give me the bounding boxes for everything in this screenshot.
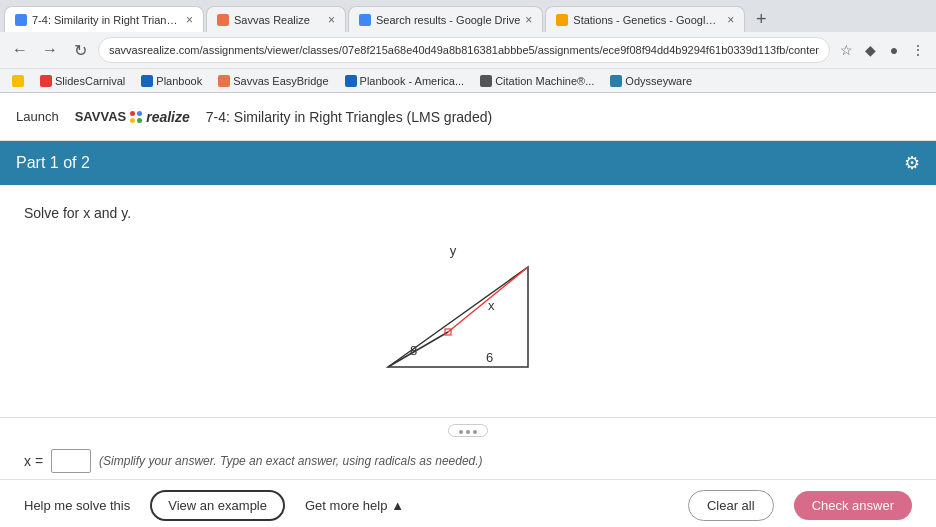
reload-button[interactable]: ↻ [68,38,92,62]
tab-favicon [15,14,27,26]
app-header: Launch SAVVAS realize 7-4: Similarity in… [0,93,936,141]
bookmark-icon [345,75,357,87]
settings-icon[interactable]: ⚙ [904,152,920,174]
savvas-text: SAVVAS [75,109,127,124]
tab-label: Search results - Google Drive [376,14,520,26]
svg-marker-0 [388,267,528,367]
view-example-button[interactable]: View an example [150,490,285,521]
tab-close-icon[interactable]: × [328,13,335,27]
bookmark-label: Odysseyware [625,75,692,87]
diagram-area: y 8 x 6 [24,237,912,387]
hint-text: (Simplify your answer. Type an exact ans… [99,454,483,468]
launch-text: Launch [16,109,59,124]
profile-icon[interactable]: ● [884,40,904,60]
bookmark-planbook[interactable]: Planbook [137,73,206,89]
bookmark-easybridge[interactable]: Savvas EasyBridge [214,73,332,89]
bookmark-label: SlidesCarnival [55,75,125,87]
bookmark-slidescarnival[interactable]: SlidesCarnival [36,73,129,89]
bookmark-icon [12,75,24,87]
page-title: 7-4: Similarity in Right Triangles (LMS … [206,109,492,125]
bookmark-label: Citation Machine®... [495,75,594,87]
bookmarks-bar: SlidesCarnival Planbook Savvas EasyBridg… [0,68,936,92]
tab-google-drive[interactable]: Search results - Google Drive × [348,6,543,32]
tab-favicon [217,14,229,26]
triangle-diagram: y 8 x 6 [368,237,568,387]
tab-favicon [556,14,568,26]
bookmark-label: Savvas EasyBridge [233,75,328,87]
tab-label: Stations - Genetics - Google Sli... [573,14,722,26]
bookmark-star[interactable] [8,73,28,89]
bookmark-odysseyware[interactable]: Odysseyware [606,73,696,89]
savvas-logo[interactable]: SAVVAS realize [75,109,190,125]
answer-input[interactable] [51,449,91,473]
tab-close-icon[interactable]: × [525,13,532,27]
tab-favicon [359,14,371,26]
label-x: x [488,298,495,313]
forward-browser-button[interactable]: → [38,38,62,62]
bookmark-icon [480,75,492,87]
get-more-help-button[interactable]: Get more help ▲ [305,498,404,513]
help-me-solve-button[interactable]: Help me solve this [24,498,130,513]
tab-similarity[interactable]: 7-4: Similarity in Right Triangles × [4,6,204,32]
tab-close-icon[interactable]: × [186,13,193,27]
main-content: Solve for x and y. y 8 x 6 [0,185,936,417]
bookmark-label: Planbook - America... [360,75,465,87]
bookmark-star-icon[interactable]: ☆ [836,40,856,60]
bookmark-label: Planbook [156,75,202,87]
tab-label: Savvas Realize [234,14,323,26]
action-bar: Help me solve this View an example Get m… [0,479,936,527]
clear-all-button[interactable]: Clear all [688,490,774,521]
bookmark-icon [610,75,622,87]
address-bar: ← → ↻ ☆ ◆ ● ⋮ [0,32,936,68]
label-8: 8 [410,343,417,358]
tab-close-icon[interactable]: × [727,13,734,27]
bookmark-planbook-america[interactable]: Planbook - America... [341,73,469,89]
label-6: 6 [486,350,493,365]
bookmark-icon [40,75,52,87]
back-browser-button[interactable]: ← [8,38,32,62]
tab-google-slides[interactable]: Stations - Genetics - Google Sli... × [545,6,745,32]
tab-bar: 7-4: Similarity in Right Triangles × Sav… [0,0,936,32]
menu-icon[interactable]: ⋮ [908,40,928,60]
tab-savvas[interactable]: Savvas Realize × [206,6,346,32]
check-answer-button[interactable]: Check answer [794,491,912,520]
browser-chrome: 7-4: Similarity in Right Triangles × Sav… [0,0,936,93]
logo-dots [130,111,142,123]
url-input[interactable] [98,37,830,63]
svg-line-2 [388,332,448,367]
realize-text: realize [146,109,190,125]
y-label: y [450,243,457,258]
input-area: x = (Simplify your answer. Type an exact… [0,443,936,479]
bookmark-icon [141,75,153,87]
problem-statement: Solve for x and y. [24,205,912,221]
divider-area [0,417,936,443]
part-label: Part 1 of 2 [16,154,90,172]
part-header: Part 1 of 2 ⚙ [0,141,936,185]
new-tab-button[interactable]: + [747,6,775,32]
bookmark-icon [218,75,230,87]
tab-label: 7-4: Similarity in Right Triangles [32,14,181,26]
chevron-down-icon: ▲ [391,498,404,513]
bookmark-citation[interactable]: Citation Machine®... [476,73,598,89]
extension-icon[interactable]: ◆ [860,40,880,60]
x-equals-label: x = [24,453,43,469]
